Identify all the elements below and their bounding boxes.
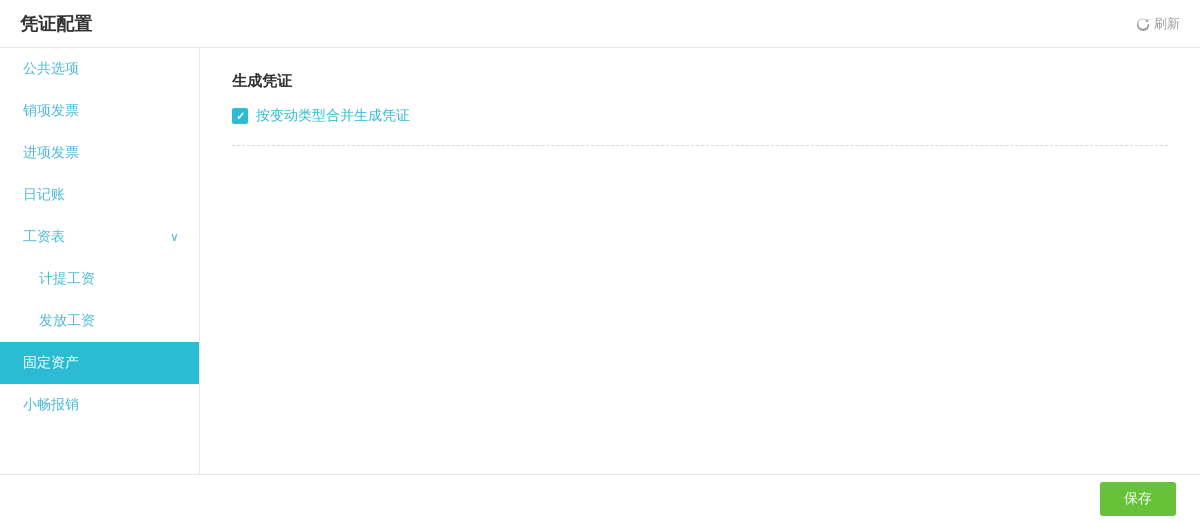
sidebar-item-public[interactable]: 公共选项: [0, 48, 199, 90]
checkbox-row: 按变动类型合并生成凭证: [232, 107, 1168, 125]
sidebar-item-pay-salary[interactable]: 发放工资: [0, 300, 199, 342]
sidebar-item-purchase-invoice[interactable]: 进项发票: [0, 132, 199, 174]
save-button[interactable]: 保存: [1100, 482, 1176, 516]
sidebar-item-label: 工资表: [23, 228, 65, 246]
refresh-label: 刷新: [1154, 15, 1180, 33]
chevron-down-icon: ∨: [170, 230, 179, 244]
sidebar-item-journal[interactable]: 日记账: [0, 174, 199, 216]
merge-by-type-checkbox[interactable]: [232, 108, 248, 124]
footer: 保存: [0, 474, 1200, 522]
sidebar-item-label: 日记账: [23, 186, 65, 204]
section-title: 生成凭证: [232, 72, 1168, 91]
sidebar-item-label: 销项发票: [23, 102, 79, 120]
sidebar-item-label: 进项发票: [23, 144, 79, 162]
sidebar-item-label: 发放工资: [39, 312, 95, 330]
sidebar-item-label: 小畅报销: [23, 396, 79, 414]
sidebar-item-label: 固定资产: [23, 354, 79, 372]
section-divider: [232, 145, 1168, 146]
page-title: 凭证配置: [20, 12, 92, 36]
sidebar-item-label: 计提工资: [39, 270, 95, 288]
refresh-button[interactable]: 刷新: [1136, 15, 1180, 33]
sidebar-item-label: 公共选项: [23, 60, 79, 78]
main-content: 生成凭证 按变动类型合并生成凭证: [200, 48, 1200, 474]
sidebar-item-sales-invoice[interactable]: 销项发票: [0, 90, 199, 132]
header: 凭证配置 刷新: [0, 0, 1200, 48]
main-layout: 公共选项销项发票进项发票日记账工资表 ∨ 计提工资发放工资固定资产小畅报销 生成凭证…: [0, 48, 1200, 474]
sidebar-item-payroll[interactable]: 工资表 ∨: [0, 216, 199, 258]
sidebar-item-accrual-salary[interactable]: 计提工资: [0, 258, 199, 300]
sidebar-item-petty-cash[interactable]: 小畅报销: [0, 384, 199, 426]
sidebar: 公共选项销项发票进项发票日记账工资表 ∨ 计提工资发放工资固定资产小畅报销: [0, 48, 200, 474]
merge-by-type-label[interactable]: 按变动类型合并生成凭证: [256, 107, 410, 125]
refresh-icon: [1136, 17, 1150, 31]
sidebar-item-fixed-assets[interactable]: 固定资产: [0, 342, 199, 384]
